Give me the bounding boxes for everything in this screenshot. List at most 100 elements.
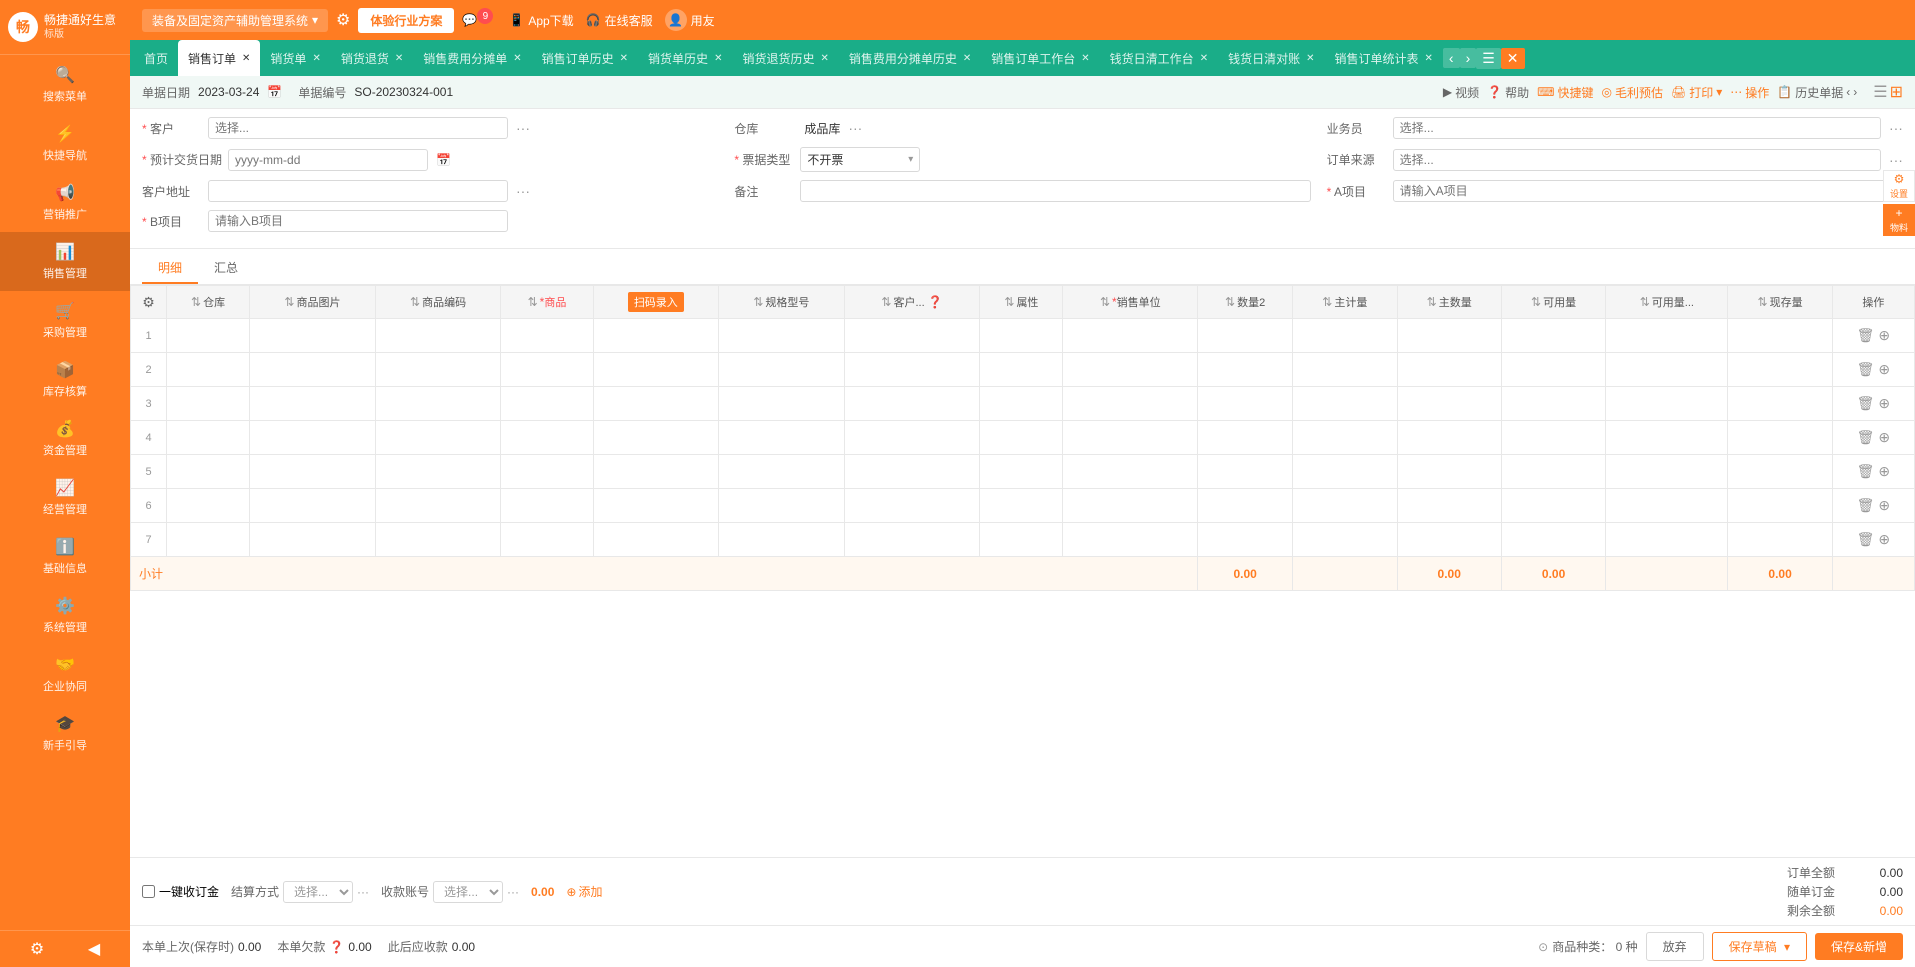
table-cell[interactable] [844, 489, 980, 523]
history-nav-right[interactable]: › [1853, 85, 1857, 99]
app-download-item[interactable]: 📱 App下载 [509, 12, 573, 29]
table-cell[interactable] [1397, 489, 1501, 523]
table-cell[interactable] [1397, 523, 1501, 557]
account-more-icon[interactable]: ··· [507, 885, 519, 899]
table-cell[interactable] [980, 421, 1063, 455]
delete-icon[interactable]: 🗑 [1857, 531, 1875, 548]
sidebar-item-search[interactable]: 🔍 搜索菜单 [0, 55, 130, 114]
sidebar-item-sales[interactable]: 📊 销售管理 [0, 232, 130, 291]
table-cell[interactable] [1728, 489, 1832, 523]
sidebar-item-guide[interactable]: 🎓 新手引导 [0, 704, 130, 763]
detail-tab-huizong[interactable]: 汇总 [198, 253, 254, 284]
tab-sales-invoice[interactable]: 销货单 ✕ [260, 40, 330, 76]
calendar-icon[interactable]: 📅 [267, 85, 282, 99]
table-cell[interactable] [1397, 421, 1501, 455]
table-cell[interactable] [1198, 455, 1293, 489]
copy-icon[interactable]: ⊕ [1878, 395, 1890, 412]
table-cell[interactable] [1606, 421, 1728, 455]
table-cell[interactable] [980, 387, 1063, 421]
copy-icon[interactable]: ⊕ [1878, 361, 1890, 378]
table-cell[interactable] [375, 489, 501, 523]
table-cell[interactable] [593, 319, 719, 353]
settings-icon[interactable]: ⚙ [336, 10, 350, 30]
save-new-button[interactable]: 保存&新增 [1815, 933, 1903, 960]
tab-sales-order[interactable]: 销售订单 ✕ [178, 40, 260, 76]
table-cell[interactable] [1606, 353, 1728, 387]
table-cell[interactable] [1501, 387, 1605, 421]
table-settings-icon[interactable]: ⚙ [142, 294, 155, 310]
table-cell[interactable] [167, 387, 250, 421]
table-cell[interactable] [501, 489, 593, 523]
tab-close-icon[interactable]: ✕ [620, 53, 628, 64]
table-cell[interactable] [1293, 353, 1397, 387]
one-click-payment-check[interactable] [142, 885, 155, 898]
table-cell[interactable] [1728, 387, 1832, 421]
table-cell[interactable] [1728, 523, 1832, 557]
table-cell[interactable] [1198, 523, 1293, 557]
table-cell[interactable] [1501, 523, 1605, 557]
table-cell[interactable] [375, 387, 501, 421]
date-picker-icon[interactable]: 📅 [436, 153, 451, 167]
copy-icon[interactable]: ⊕ [1878, 327, 1890, 344]
table-cell[interactable] [167, 523, 250, 557]
tab-close-icon[interactable]: ✕ [963, 53, 971, 64]
table-cell[interactable] [1198, 421, 1293, 455]
tab-prev-btn[interactable]: ‹ [1443, 48, 1460, 68]
table-cell[interactable] [375, 319, 501, 353]
tab-close-icon[interactable]: ✕ [714, 53, 722, 64]
table-cell[interactable] [719, 387, 845, 421]
table-cell[interactable] [1397, 387, 1501, 421]
sidebar-item-management[interactable]: 📈 经营管理 [0, 468, 130, 527]
table-cell[interactable] [719, 421, 845, 455]
delivery-date-input[interactable] [228, 149, 428, 171]
tab-cash-goods-reconcile[interactable]: 钱货日清对账 ✕ [1218, 40, 1324, 76]
table-cell[interactable] [250, 319, 376, 353]
save-draft-arrow-icon[interactable]: ▾ [1784, 940, 1790, 954]
table-cell[interactable] [1606, 319, 1728, 353]
delete-icon[interactable]: 🗑 [1857, 395, 1875, 412]
payment-method-more-icon[interactable]: ··· [357, 885, 369, 899]
notification-item[interactable]: 💬 9 [462, 12, 497, 28]
table-cell[interactable] [501, 421, 593, 455]
sidebar-item-purchase[interactable]: 🛒 采购管理 [0, 291, 130, 350]
table-cell[interactable] [250, 455, 376, 489]
table-cell[interactable] [250, 387, 376, 421]
table-cell[interactable] [501, 319, 593, 353]
table-cell[interactable] [719, 455, 845, 489]
table-cell[interactable] [1501, 421, 1605, 455]
customer-address-input[interactable] [208, 180, 508, 202]
customer-more-icon[interactable]: ··· [516, 120, 530, 136]
salesperson-more-icon[interactable]: ··· [1889, 120, 1903, 136]
sidebar-item-marketing[interactable]: 📢 营销推广 [0, 173, 130, 232]
table-cell[interactable] [844, 353, 980, 387]
sidebar-item-quicknav[interactable]: ⚡ 快捷导航 [0, 114, 130, 173]
tab-sales-fee-split[interactable]: 销售费用分摊单 ✕ [413, 40, 531, 76]
tab-sales-order-history[interactable]: 销售订单历史 ✕ [532, 40, 638, 76]
table-cell[interactable] [844, 455, 980, 489]
table-cell[interactable] [980, 489, 1063, 523]
solution-button[interactable]: 体验行业方案 [358, 8, 454, 33]
table-cell[interactable] [1606, 523, 1728, 557]
table-cell[interactable] [167, 319, 250, 353]
table-cell[interactable] [980, 455, 1063, 489]
table-cell[interactable] [1293, 455, 1397, 489]
table-cell[interactable] [1198, 353, 1293, 387]
b-project-input[interactable] [208, 210, 508, 232]
view-action[interactable]: ▶ 视频 [1443, 84, 1479, 101]
table-cell[interactable] [1063, 489, 1198, 523]
scan-btn[interactable]: 扫码录入 [628, 292, 684, 312]
copy-icon[interactable]: ⊕ [1878, 531, 1890, 548]
table-cell[interactable] [1063, 387, 1198, 421]
table-cell[interactable] [375, 353, 501, 387]
tab-order-workbench[interactable]: 销售订单工作台 ✕ [981, 40, 1099, 76]
layout-grid-icon[interactable]: ⊞ [1890, 82, 1903, 102]
table-cell[interactable] [1728, 353, 1832, 387]
table-cell[interactable] [167, 455, 250, 489]
table-cell[interactable] [1501, 353, 1605, 387]
tab-close-icon[interactable]: ✕ [1425, 53, 1433, 64]
table-cell[interactable] [593, 353, 719, 387]
layout-list-icon[interactable]: ☰ [1873, 82, 1887, 102]
table-cell[interactable] [167, 421, 250, 455]
table-cell[interactable] [1293, 523, 1397, 557]
table-cell[interactable] [1198, 319, 1293, 353]
